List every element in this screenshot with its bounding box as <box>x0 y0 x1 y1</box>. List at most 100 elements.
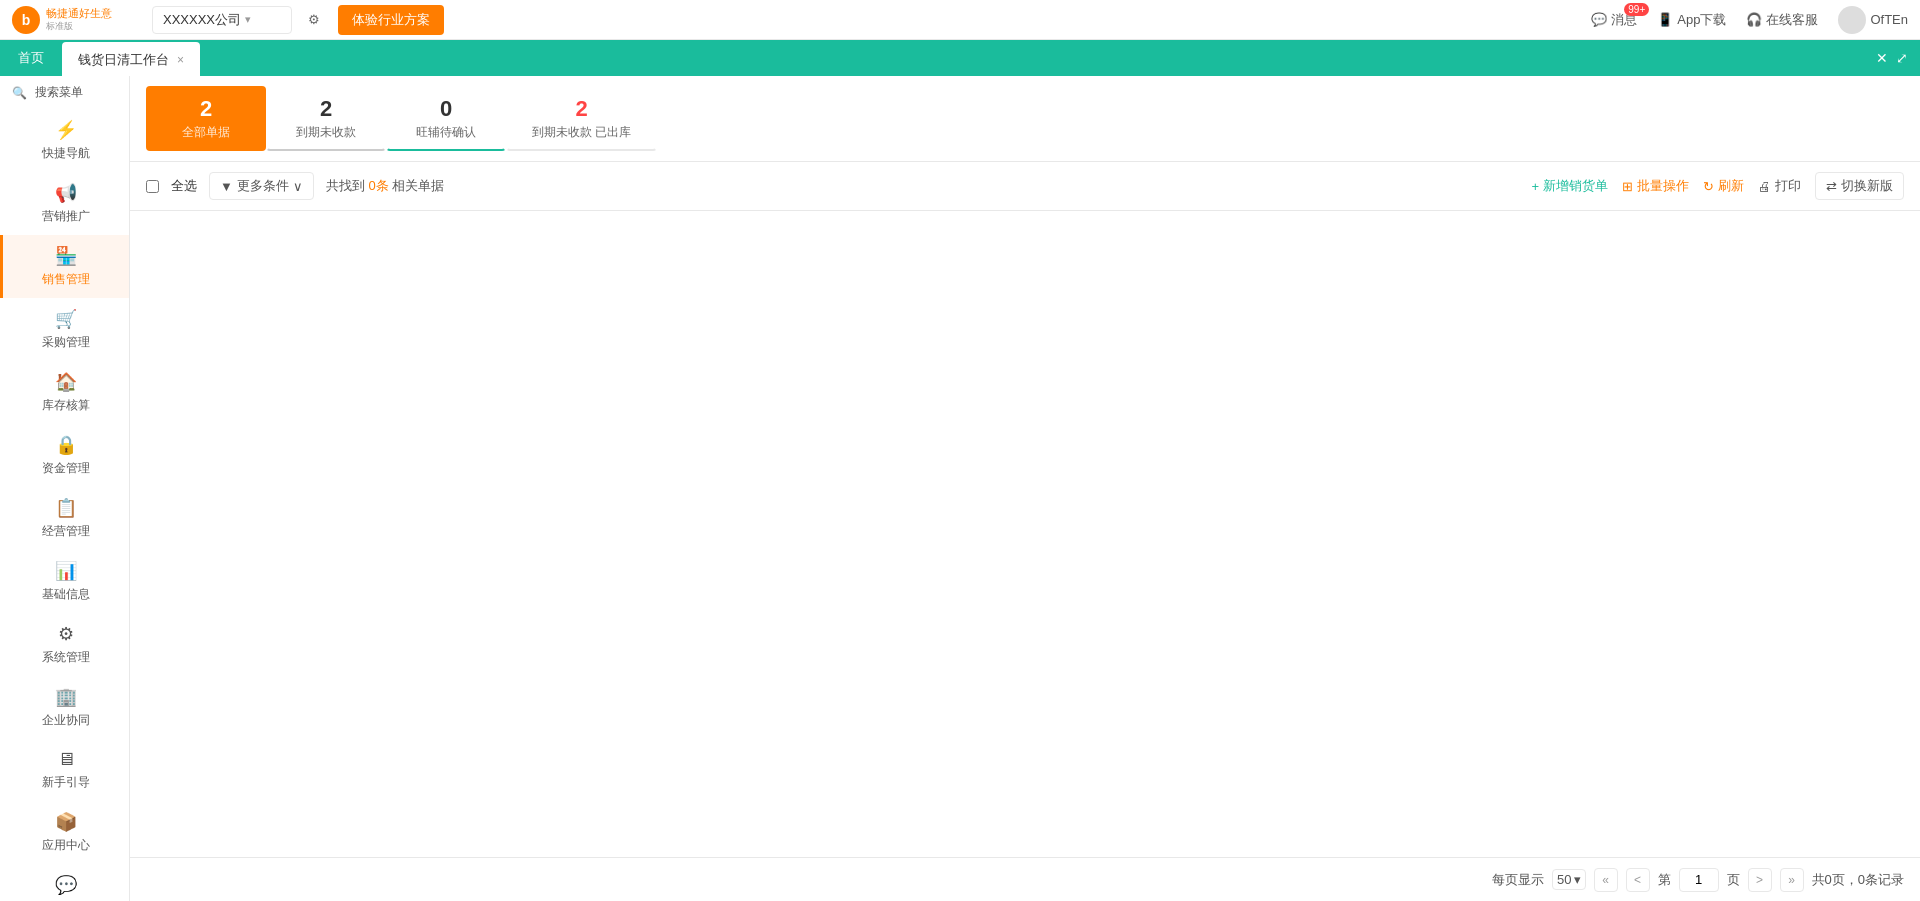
company-name: XXXXXX公司 <box>163 11 241 29</box>
sidebar-item-label: 库存核算 <box>42 397 90 414</box>
company-selector[interactable]: XXXXXX公司 ▾ <box>152 6 292 34</box>
summary-card-overdue-stock[interactable]: 2 到期未收款 已出库 <box>506 86 657 151</box>
card-label-all: 全部单据 <box>172 124 240 141</box>
filter-label: 更多条件 <box>237 177 289 195</box>
refresh-icon: ↻ <box>1703 179 1714 194</box>
headset-icon: 🎧 <box>1746 12 1762 27</box>
experience-button[interactable]: 体验行业方案 <box>338 5 444 35</box>
operations-icon: 📋 <box>55 497 77 519</box>
summary-cards: 2 全部单据 2 到期未收款 0 旺辅待确认 2 到期未收款 已出库 <box>130 76 1920 162</box>
card-label-overdue: 到期未收款 <box>292 124 360 141</box>
online-service-label: 在线客服 <box>1766 11 1818 29</box>
page-size-select[interactable]: 50 ▾ <box>1552 869 1585 890</box>
tab-bar-right: ✕ ⤢ <box>1876 50 1920 66</box>
sidebar-item-inventory[interactable]: 🏠 库存核算 <box>0 361 129 424</box>
summary-card-pending[interactable]: 0 旺辅待确认 <box>386 86 506 151</box>
filter-button[interactable]: ▼ 更多条件 ∨ <box>209 172 314 200</box>
last-page-button[interactable]: » <box>1780 868 1804 892</box>
next-page-button[interactable]: > <box>1748 868 1772 892</box>
print-label: 打印 <box>1775 177 1801 195</box>
page-label: 页 <box>1727 871 1740 889</box>
app-download-item[interactable]: 📱 App下载 <box>1657 11 1726 29</box>
add-sales-order-button[interactable]: + 新增销货单 <box>1531 177 1608 195</box>
online-service-item[interactable]: 🎧 在线客服 <box>1746 11 1818 29</box>
found-prefix: 共找到 <box>326 178 365 193</box>
sidebar-item-quick-nav[interactable]: ⚡ 快捷导航 <box>0 109 129 172</box>
batch-label: 批量操作 <box>1637 177 1689 195</box>
refresh-button[interactable]: ↻ 刷新 <box>1703 177 1744 195</box>
sidebar-item-guide[interactable]: 🖥 新手引导 <box>0 739 129 801</box>
basic-info-icon: 📊 <box>55 560 77 582</box>
first-page-button[interactable]: « <box>1594 868 1618 892</box>
sales-icon: 🏪 <box>55 245 77 267</box>
add-label: 新增销货单 <box>1543 177 1608 195</box>
search-label: 搜索菜单 <box>35 84 83 101</box>
app-center-icon: 📦 <box>55 811 77 833</box>
filter-icon: ▼ <box>220 179 233 194</box>
page-size-label: 每页显示 <box>1492 871 1544 889</box>
print-button[interactable]: 🖨 打印 <box>1758 177 1801 195</box>
print-icon: 🖨 <box>1758 179 1771 194</box>
sidebar-item-purchase[interactable]: 🛒 采购管理 <box>0 298 129 361</box>
tab-home[interactable]: 首页 <box>0 40 62 76</box>
select-all-checkbox[interactable] <box>146 180 159 193</box>
maximize-icon[interactable]: ⤢ <box>1896 50 1908 66</box>
main-layout: 🔍 搜索菜单 ⚡ 快捷导航 📢 营销推广 🏪 销售管理 🛒 采购管理 🏠 库存核… <box>0 76 1920 901</box>
sidebar-item-label: 采购管理 <box>42 334 90 351</box>
sidebar-item-label: 企业协同 <box>42 712 90 729</box>
avatar <box>1838 6 1866 34</box>
chevron-icon: ∨ <box>293 179 303 194</box>
sidebar-item-label: 基础信息 <box>42 586 90 603</box>
settings-icon[interactable]: ⚙ <box>300 6 328 34</box>
sidebar-item-enterprise[interactable]: 🏢 企业协同 <box>0 676 129 739</box>
guide-icon: 🖥 <box>57 749 75 770</box>
refresh-label: 刷新 <box>1718 177 1744 195</box>
close-window-icon[interactable]: ✕ <box>1876 50 1888 66</box>
found-text: 共找到 0条 相关单据 <box>326 177 444 195</box>
logo-icon: b <box>12 6 40 34</box>
tab-active[interactable]: 钱货日清工作台 × <box>62 42 200 78</box>
page-number-input[interactable] <box>1679 868 1719 892</box>
summary-card-overdue[interactable]: 2 到期未收款 <box>266 86 386 151</box>
plus-icon: + <box>1531 179 1539 194</box>
app-download-label: App下载 <box>1677 11 1726 29</box>
sidebar-search[interactable]: 🔍 搜索菜单 <box>0 76 129 109</box>
avatar-item[interactable]: OfTEn <box>1838 6 1908 34</box>
sidebar-item-enterprise-wx[interactable]: 💬 企业微信 <box>0 864 129 901</box>
sidebar-item-sales[interactable]: 🏪 销售管理 <box>0 235 129 298</box>
switch-version-button[interactable]: ⇄ 切换新版 <box>1815 172 1904 200</box>
summary-card-all[interactable]: 2 全部单据 <box>146 86 266 151</box>
prev-page-button[interactable]: < <box>1626 868 1650 892</box>
sidebar-item-operations[interactable]: 📋 经营管理 <box>0 487 129 550</box>
batch-operation-button[interactable]: ⊞ 批量操作 <box>1622 177 1689 195</box>
sidebar-item-label: 营销推广 <box>42 208 90 225</box>
switch-icon: ⇄ <box>1826 179 1837 194</box>
switch-label: 切换新版 <box>1841 177 1893 195</box>
sidebar-item-finance[interactable]: 🔒 资金管理 <box>0 424 129 487</box>
found-suffix: 相关单据 <box>392 178 444 193</box>
marketing-icon: 📢 <box>55 182 77 204</box>
purchase-icon: 🛒 <box>55 308 77 330</box>
logo-text-area: 畅捷通好生意 标准版 <box>46 6 112 33</box>
card-number-all: 2 <box>172 96 240 122</box>
sidebar-item-marketing[interactable]: 📢 营销推广 <box>0 172 129 235</box>
logo-area: b 畅捷通好生意 标准版 <box>12 6 142 34</box>
sidebar-item-label: 经营管理 <box>42 523 90 540</box>
sidebar-item-basic-info[interactable]: 📊 基础信息 <box>0 550 129 613</box>
sidebar-item-system[interactable]: ⚙ 系统管理 <box>0 613 129 676</box>
system-icon: ⚙ <box>58 623 74 645</box>
pagination-bar: 每页显示 50 ▾ « < 第 页 > » 共0页，0条记录 <box>130 857 1920 901</box>
sidebar-item-label: 系统管理 <box>42 649 90 666</box>
page-size-arrow: ▾ <box>1574 872 1581 887</box>
table-area <box>130 211 1920 857</box>
sidebar-item-app-center[interactable]: 📦 应用中心 <box>0 801 129 864</box>
sidebar-item-label: 销售管理 <box>42 271 90 288</box>
toolbar-right: + 新增销货单 ⊞ 批量操作 ↻ 刷新 🖨 打印 ⇄ 切换新版 <box>1531 172 1904 200</box>
messages-item[interactable]: 💬 消息 99+ <box>1591 11 1637 29</box>
page-size-value: 50 <box>1557 872 1571 887</box>
tab-close-icon[interactable]: × <box>177 53 184 67</box>
top-header: b 畅捷通好生意 标准版 XXXXXX公司 ▾ ⚙ 体验行业方案 💬 消息 99… <box>0 0 1920 40</box>
select-all-label: 全选 <box>171 177 197 195</box>
active-tab-label: 钱货日清工作台 <box>78 51 169 69</box>
card-number-overdue: 2 <box>292 96 360 122</box>
